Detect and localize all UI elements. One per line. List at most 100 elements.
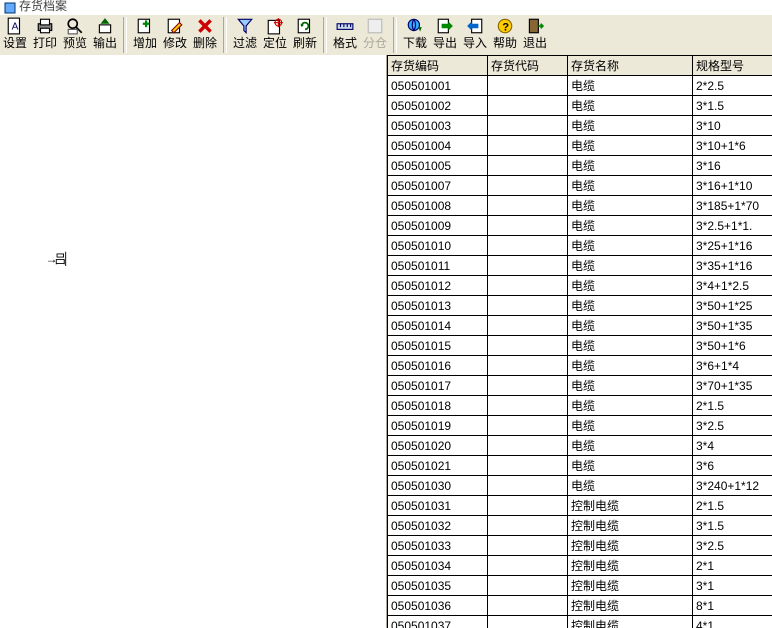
cell-spec[interactable]: 2*2.5 (693, 76, 772, 96)
exit-button[interactable]: 退出 (520, 15, 550, 55)
cell-spec[interactable]: 3*6 (693, 456, 772, 476)
cell-code[interactable]: 050501009 (388, 216, 488, 236)
table-row[interactable]: 050501010 电缆3*25+1*16 (388, 236, 772, 256)
cell-spec[interactable]: 3*2.5 (693, 536, 772, 556)
cell-code[interactable]: 050501016 (388, 356, 488, 376)
table-row[interactable]: 050501003电缆3*10 (388, 116, 772, 136)
cell-alias[interactable] (488, 596, 568, 616)
cell-code[interactable]: 050501011 (388, 256, 488, 276)
cell-code[interactable]: 050501020 (388, 436, 488, 456)
cell-name[interactable]: 控制电缆 (568, 516, 693, 536)
cell-spec[interactable]: 2*1.5 (693, 496, 772, 516)
table-row[interactable]: 050501017 电缆3*70+1*35 (388, 376, 772, 396)
cell-name[interactable]: 电缆 (568, 76, 693, 96)
cell-spec[interactable]: 3*6+1*4 (693, 356, 772, 376)
cell-spec[interactable]: 3*25+1*16 (693, 236, 772, 256)
preview-button[interactable]: 预览 (60, 15, 90, 55)
table-row[interactable]: 050501007电缆3*16+1*10 (388, 176, 772, 196)
table-row[interactable]: 050501036控制电缆8*1 (388, 596, 772, 616)
cell-name[interactable]: 电缆 (568, 356, 693, 376)
cell-alias[interactable] (488, 96, 568, 116)
import-button[interactable]: 导入 (460, 15, 490, 55)
cell-alias[interactable] (488, 616, 568, 628)
settings-button[interactable]: A设置 (0, 15, 30, 55)
cell-name[interactable]: 电缆 (568, 236, 693, 256)
cell-code[interactable]: 050501007 (388, 176, 488, 196)
cell-spec[interactable]: 3*50+1*35 (693, 316, 772, 336)
cell-alias[interactable] (488, 456, 568, 476)
cell-name[interactable]: 电缆 (568, 136, 693, 156)
cell-code[interactable]: 050501037 (388, 616, 488, 628)
cell-spec[interactable]: 3*1 (693, 576, 772, 596)
cell-alias[interactable] (488, 496, 568, 516)
help-button[interactable]: ?帮助 (490, 15, 520, 55)
cell-alias[interactable] (488, 556, 568, 576)
cell-alias[interactable] (488, 196, 568, 216)
cell-spec[interactable]: 3*1.5 (693, 96, 772, 116)
table-row[interactable]: 050501012电缆3*4+1*2.5 (388, 276, 772, 296)
cell-spec[interactable]: 3*1.5 (693, 516, 772, 536)
cell-code[interactable]: 050501017 (388, 376, 488, 396)
cell-name[interactable]: 控制电缆 (568, 496, 693, 516)
cell-spec[interactable]: 3*240+1*12 (693, 476, 772, 496)
cell-code[interactable]: 050501010 (388, 236, 488, 256)
cell-name[interactable]: 控制电缆 (568, 536, 693, 556)
cell-code[interactable]: 050501018 (388, 396, 488, 416)
cell-alias[interactable] (488, 516, 568, 536)
cell-spec[interactable]: 3*2.5 (693, 416, 772, 436)
cell-code[interactable]: 050501035 (388, 576, 488, 596)
cell-alias[interactable] (488, 336, 568, 356)
cell-name[interactable]: 电缆 (568, 376, 693, 396)
export-button[interactable]: 导出 (430, 15, 460, 55)
col-header-name[interactable]: 存货名称 (568, 56, 693, 76)
cell-spec[interactable]: 3*4 (693, 436, 772, 456)
cell-name[interactable]: 控制电缆 (568, 576, 693, 596)
cell-spec[interactable]: 2*1.5 (693, 396, 772, 416)
table-row[interactable]: 050501020电缆3*4 (388, 436, 772, 456)
cell-alias[interactable] (488, 256, 568, 276)
download-button[interactable]: 下载 (400, 15, 430, 55)
table-row[interactable]: 050501009电缆3*2.5+1*1. (388, 216, 772, 236)
table-row[interactable]: 050501021 电缆3*6 (388, 456, 772, 476)
cell-name[interactable]: 电缆 (568, 416, 693, 436)
cell-alias[interactable] (488, 276, 568, 296)
cell-code[interactable]: 050501030 (388, 476, 488, 496)
cell-name[interactable]: 电缆 (568, 396, 693, 416)
cell-code[interactable]: 050501005 (388, 156, 488, 176)
cell-code[interactable]: 050501001 (388, 76, 488, 96)
col-header-code[interactable]: 存货编码 (388, 56, 488, 76)
cell-spec[interactable]: 3*16 (693, 156, 772, 176)
cell-spec[interactable]: 3*50+1*25 (693, 296, 772, 316)
output-button[interactable]: 输出 (90, 15, 120, 55)
cell-alias[interactable] (488, 176, 568, 196)
refresh-button[interactable]: 刷新 (290, 15, 320, 55)
cell-alias[interactable] (488, 236, 568, 256)
cell-alias[interactable] (488, 436, 568, 456)
cell-name[interactable]: 控制电缆 (568, 616, 693, 628)
cell-code[interactable]: 050501003 (388, 116, 488, 136)
cell-name[interactable]: 电缆 (568, 456, 693, 476)
table-row[interactable]: 050501030电缆3*240+1*12 (388, 476, 772, 496)
cell-code[interactable]: 050501034 (388, 556, 488, 576)
cell-name[interactable]: 电缆 (568, 96, 693, 116)
cell-alias[interactable] (488, 356, 568, 376)
cell-name[interactable]: 电缆 (568, 256, 693, 276)
cell-alias[interactable] (488, 316, 568, 336)
cell-alias[interactable] (488, 136, 568, 156)
table-row[interactable]: 050501011电缆3*35+1*16 (388, 256, 772, 276)
table-row[interactable]: 050501014电缆3*50+1*35 (388, 316, 772, 336)
cell-alias[interactable] (488, 76, 568, 96)
cell-spec[interactable]: 3*70+1*35 (693, 376, 772, 396)
cell-code[interactable]: 050501008 (388, 196, 488, 216)
delete-button[interactable]: 删除 (190, 15, 220, 55)
cell-code[interactable]: 050501004 (388, 136, 488, 156)
table-row[interactable]: 050501032控制电缆3*1.5 (388, 516, 772, 536)
table-row[interactable]: 050501015电缆3*50+1*6 (388, 336, 772, 356)
table-row[interactable]: 050501033控制电缆3*2.5 (388, 536, 772, 556)
edit-button[interactable]: 修改 (160, 15, 190, 55)
cell-name[interactable]: 电缆 (568, 216, 693, 236)
cell-code[interactable]: 050501021 (388, 456, 488, 476)
cell-alias[interactable] (488, 116, 568, 136)
table-row[interactable]: 050501035 控制电缆3*1 (388, 576, 772, 596)
cell-name[interactable]: 电缆 (568, 116, 693, 136)
